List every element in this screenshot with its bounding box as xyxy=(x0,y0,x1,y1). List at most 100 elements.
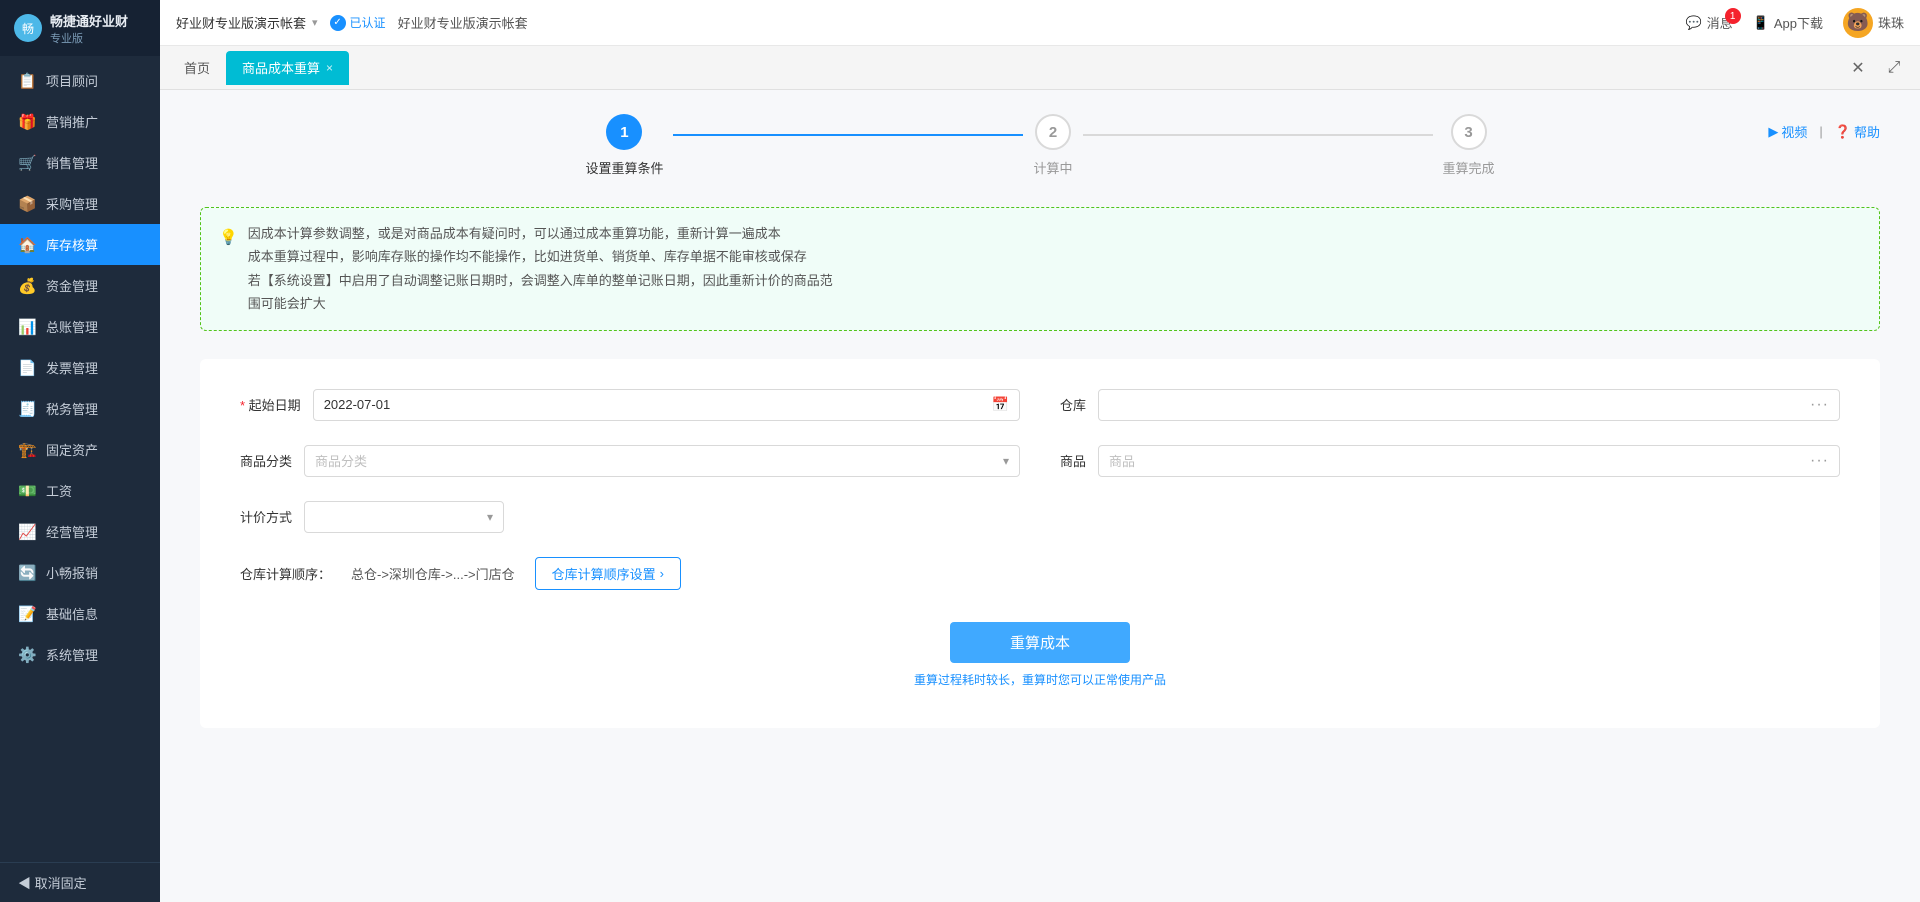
main-area: 好业财专业版演示帐套 ▾ ✓ 已认证 好业财专业版演示帐套 💬 消息 1 📱 A… xyxy=(160,0,1920,902)
account-selector[interactable]: 好业财专业版演示帐套 ▾ xyxy=(176,13,318,32)
sidebar-item-marketing[interactable]: 🎁 营销推广 xyxy=(0,101,160,142)
message-badge: 1 xyxy=(1725,8,1741,24)
purchase-icon: 📦 xyxy=(18,195,36,213)
form-group-product: 商品 商品 ··· xyxy=(1060,445,1840,477)
sidebar-item-label: 小畅报销 xyxy=(46,563,98,582)
tabbar-right-controls: ✕ ⤢ xyxy=(1844,54,1920,82)
sidebar-item-sales[interactable]: 🛒 销售管理 xyxy=(0,142,160,183)
sidebar-item-system[interactable]: ⚙️ 系统管理 xyxy=(0,634,160,675)
operations-icon: 📈 xyxy=(18,523,36,541)
salary-icon: 💵 xyxy=(18,482,36,500)
play-icon: ▶ xyxy=(1768,124,1778,140)
form-group-category: 商品分类 商品分类 ▾ xyxy=(240,445,1020,477)
start-date-input[interactable]: 2022-07-01 📅 xyxy=(313,389,1020,421)
dropdown-arrow-icon: ▾ xyxy=(1003,454,1009,468)
sidebar-item-label: 营销推广 xyxy=(46,112,98,131)
category-placeholder: 商品分类 xyxy=(315,451,367,470)
sidebar-item-label: 销售管理 xyxy=(46,153,98,172)
sidebar-item-label: 总账管理 xyxy=(46,317,98,336)
form-section: 起始日期 2022-07-01 📅 仓库 ··· 商品分 xyxy=(200,359,1880,728)
sidebar-item-tax[interactable]: 🧾 税务管理 xyxy=(0,388,160,429)
tab-recalculate[interactable]: 商品成本重算 × xyxy=(226,51,349,85)
sidebar-item-expense[interactable]: 🔄 小畅报销 xyxy=(0,552,160,593)
sidebar-item-inventory[interactable]: 🏠 库存核算 xyxy=(0,224,160,265)
info-line-3: 若【系统设置】中启用了自动调整记账日期时，会调整入库单的整单记账日期，因此重新计… xyxy=(248,269,833,292)
step-2-num: 2 xyxy=(1049,124,1057,141)
submit-button[interactable]: 重算成本 xyxy=(950,622,1130,663)
close-tab-button[interactable]: ✕ xyxy=(1844,54,1872,82)
product-input[interactable]: 商品 ··· xyxy=(1098,445,1840,477)
dropdown-icon: ▾ xyxy=(312,16,318,29)
step-line-1 xyxy=(673,134,1023,136)
app-logo-icon: 畅 xyxy=(14,14,42,42)
sidebar-item-label: 工资 xyxy=(46,481,72,500)
warehouse-input[interactable]: ··· xyxy=(1098,389,1840,421)
step-1-label: 设置重算条件 xyxy=(585,158,663,177)
video-label: 视频 xyxy=(1781,122,1807,141)
app-download-button[interactable]: 📱 App下载 xyxy=(1753,13,1823,32)
warehouse-order-setting-button[interactable]: 仓库计算顺序设置 › xyxy=(535,557,681,590)
sidebar-item-label: 税务管理 xyxy=(46,399,98,418)
product-placeholder: 商品 xyxy=(1109,451,1135,470)
warehouse-order-btn-label: 仓库计算顺序设置 xyxy=(552,564,656,583)
message-icon: 💬 xyxy=(1685,15,1701,31)
step-2: 2 计算中 xyxy=(1033,114,1072,177)
sidebar-unpin[interactable]: ◀ 取消固定 xyxy=(0,862,160,902)
sidebar-item-salary[interactable]: 💵 工资 xyxy=(0,470,160,511)
step-3-num: 3 xyxy=(1464,124,1472,141)
sidebar-item-basic[interactable]: 📝 基础信息 xyxy=(0,593,160,634)
tabbar: 首页 商品成本重算 × ✕ ⤢ xyxy=(160,46,1920,90)
help-link[interactable]: ❓ 帮助 xyxy=(1835,122,1880,141)
sidebar-item-label: 系统管理 xyxy=(46,645,98,664)
info-line-4: 围可能会扩大 xyxy=(248,292,833,315)
app-download-label: App下载 xyxy=(1774,13,1823,32)
sidebar-item-purchase[interactable]: 📦 采购管理 xyxy=(0,183,160,224)
step-3-circle: 3 xyxy=(1451,114,1487,150)
sidebar-item-project[interactable]: 📋 项目顾问 xyxy=(0,60,160,101)
sidebar-item-assets[interactable]: 🏗️ 固定资产 xyxy=(0,429,160,470)
form-group-start-date: 起始日期 2022-07-01 📅 xyxy=(240,389,1020,421)
calendar-icon[interactable]: 📅 xyxy=(992,396,1009,413)
account-name: 好业财专业版演示帐套 xyxy=(176,13,306,32)
warehouse-more-icon[interactable]: ··· xyxy=(1810,396,1829,414)
steps-container: 1 设置重算条件 2 计算中 3 重算完成 ▶ 视 xyxy=(200,114,1880,177)
form-row-2: 商品分类 商品分类 ▾ 商品 商品 ··· xyxy=(240,445,1840,477)
marketing-icon: 🎁 xyxy=(18,113,36,131)
unpin-label: ◀ 取消固定 xyxy=(18,873,87,892)
step-1-num: 1 xyxy=(620,124,628,141)
sidebar-logo-text: 畅捷通好业财 专业版 xyxy=(50,11,128,46)
sidebar-item-label: 基础信息 xyxy=(46,604,98,623)
product-more-icon[interactable]: ··· xyxy=(1810,452,1829,470)
message-button[interactable]: 💬 消息 1 xyxy=(1685,13,1732,32)
warehouse-order-value: 总仓->深圳仓库->...->门店仓 xyxy=(351,564,515,583)
expense-icon: 🔄 xyxy=(18,564,36,582)
sidebar-item-label: 发票管理 xyxy=(46,358,98,377)
info-box: 💡 因成本计算参数调整，或是对商品成本有疑问时，可以通过成本重算功能，重新计算一… xyxy=(200,207,1880,331)
step-1: 1 设置重算条件 xyxy=(585,114,663,177)
pricing-select[interactable]: ▾ xyxy=(304,501,504,533)
inventory-icon: 🏠 xyxy=(18,236,36,254)
warehouse-order-label: 仓库计算顺序： xyxy=(240,564,331,583)
tab-home[interactable]: 首页 xyxy=(168,51,226,85)
form-row-pricing: 计价方式 ▾ xyxy=(240,501,1840,533)
sidebar-item-finance[interactable]: 💰 资金管理 xyxy=(0,265,160,306)
user-avatar[interactable]: 🐻 珠珠 xyxy=(1843,8,1904,38)
expand-button[interactable]: ⤢ xyxy=(1880,54,1908,82)
sidebar-item-label: 采购管理 xyxy=(46,194,98,213)
category-select[interactable]: 商品分类 ▾ xyxy=(304,445,1020,477)
sidebar-item-accounting[interactable]: 📊 总账管理 xyxy=(0,306,160,347)
sidebar-item-label: 资金管理 xyxy=(46,276,98,295)
help-icon: ❓ xyxy=(1835,124,1851,140)
info-line-2: 成本重算过程中，影响库存账的操作均不能操作，比如进货单、销货单、库存单据不能审核… xyxy=(248,245,833,268)
sidebar-item-operations[interactable]: 📈 经营管理 xyxy=(0,511,160,552)
pricing-label: 计价方式 xyxy=(240,507,292,526)
video-link[interactable]: ▶ 视频 xyxy=(1768,122,1807,141)
verified-account-name: 好业财专业版演示帐套 xyxy=(398,13,528,32)
form-group-warehouse: 仓库 ··· xyxy=(1060,389,1840,421)
warehouse-order-row: 仓库计算顺序： 总仓->深圳仓库->...->门店仓 仓库计算顺序设置 › xyxy=(240,557,1840,590)
tab-close-icon[interactable]: × xyxy=(326,61,333,75)
form-row-1: 起始日期 2022-07-01 📅 仓库 ··· xyxy=(240,389,1840,421)
sidebar-item-invoice[interactable]: 📄 发票管理 xyxy=(0,347,160,388)
steps-help: ▶ 视频 | ❓ 帮助 xyxy=(1768,122,1880,141)
sidebar-nav: 📋 项目顾问 🎁 营销推广 🛒 销售管理 📦 采购管理 🏠 库存核算 💰 资金管… xyxy=(0,56,160,862)
